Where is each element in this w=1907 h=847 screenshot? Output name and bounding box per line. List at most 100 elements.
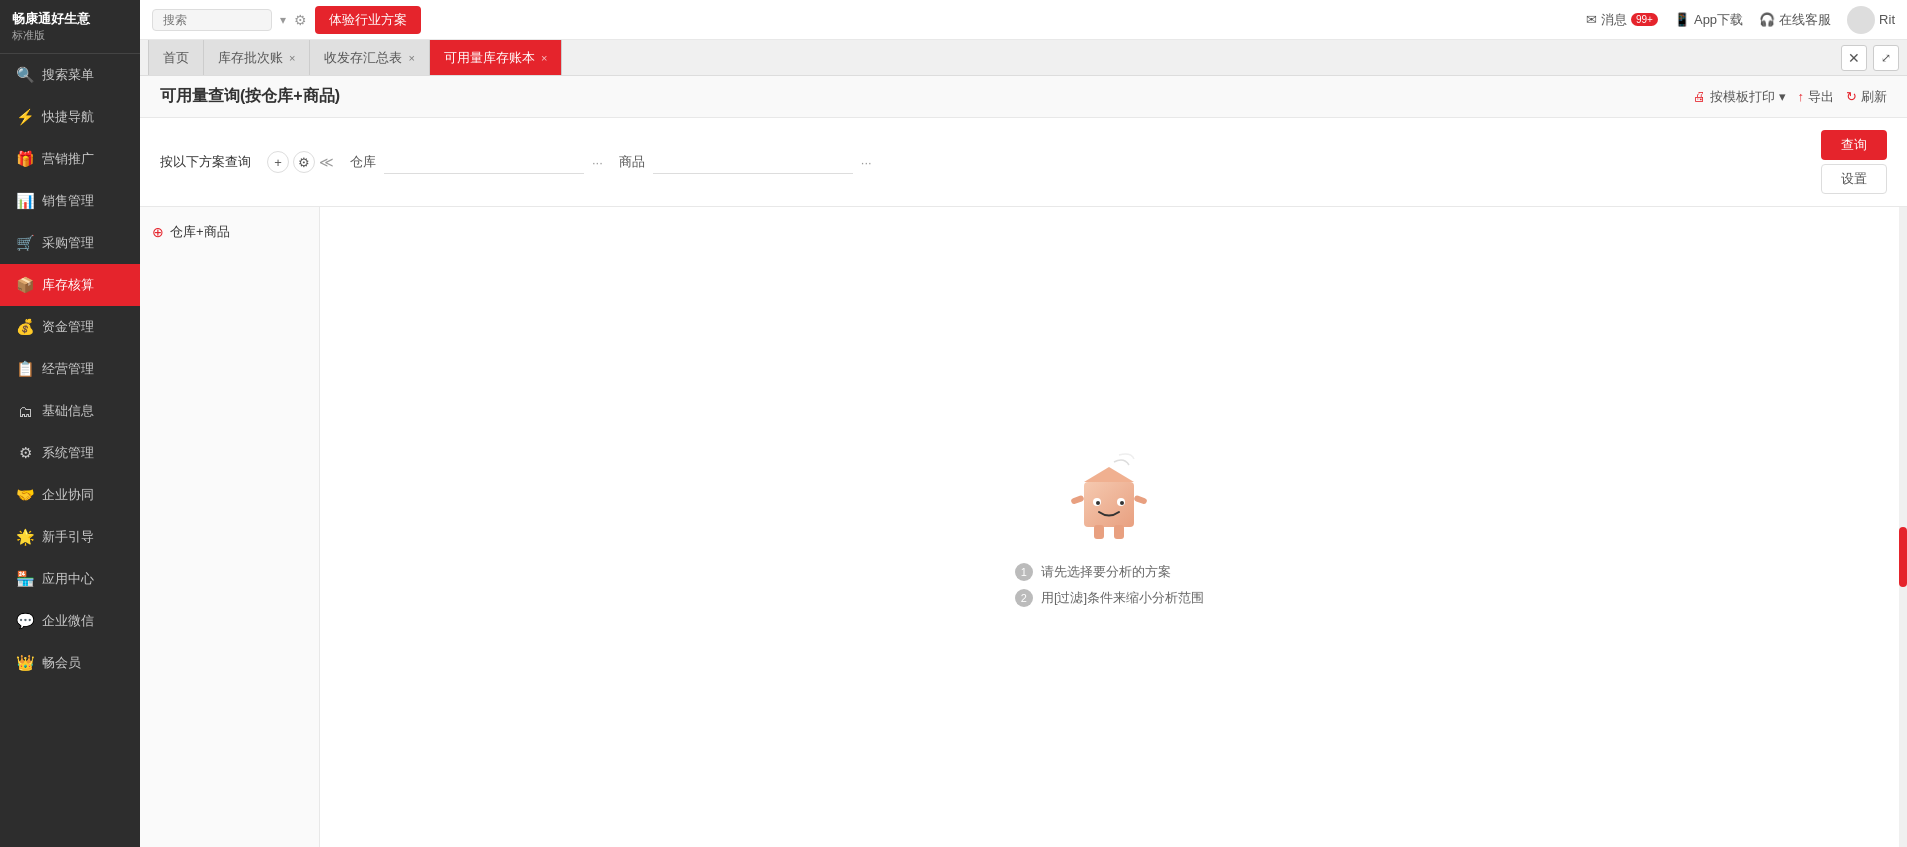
schemes-sidebar: ⊕ 仓库+商品	[140, 207, 320, 847]
tab-home[interactable]: 首页	[148, 40, 204, 75]
svg-point-4	[1096, 501, 1100, 505]
sidebar-logo-title: 畅康通好生意	[12, 10, 128, 28]
sidebar: 畅康通好生意 标准版 🔍 搜索菜单 ⚡ 快捷导航 🎁 营销推广 📊 销售管理 🛒…	[0, 0, 140, 847]
page-header: 可用量查询(按仓库+商品) 🖨 按模板打印 ▾ ↑ 导出 ↻ 刷新	[140, 76, 1907, 118]
sidebar-item-wechat[interactable]: 💬 企业微信	[0, 600, 140, 642]
notification-badge: 99+	[1631, 13, 1658, 26]
tab-receipt-summary-label: 收发存汇总表	[324, 49, 402, 67]
chevron-down-icon: ▾	[280, 13, 286, 27]
refresh-button[interactable]: ↻ 刷新	[1846, 88, 1887, 106]
sidebar-label-appstore: 应用中心	[42, 570, 94, 588]
sidebar-item-marketing[interactable]: 🎁 营销推广	[0, 138, 140, 180]
chart-icon: 📊	[16, 192, 34, 210]
empty-illustration	[1059, 447, 1159, 547]
trial-button[interactable]: 体验行业方案	[315, 6, 421, 34]
svg-rect-9	[1114, 525, 1124, 539]
tab-available-ledger[interactable]: 可用量库存账本 ×	[430, 40, 562, 75]
topbar: ▾ ⚙ 体验行业方案 ✉ 消息 99+ 📱 App下载 🎧 在线客服 Rit	[140, 0, 1907, 40]
svg-marker-1	[1084, 467, 1134, 482]
sidebar-label-marketing: 营销推广	[42, 150, 94, 168]
settings-icon[interactable]: ⚙	[294, 12, 307, 28]
query-button[interactable]: 查询	[1821, 130, 1887, 160]
print-icon: 🖨	[1693, 89, 1706, 104]
notification-button[interactable]: ✉ 消息 99+	[1586, 11, 1658, 29]
tab-available-ledger-close[interactable]: ×	[541, 52, 547, 64]
sidebar-item-search[interactable]: 🔍 搜索菜单	[0, 54, 140, 96]
clipboard-icon: 📋	[16, 360, 34, 378]
sidebar-label-finance: 资金管理	[42, 318, 94, 336]
sidebar-item-enterprise[interactable]: 🤝 企业协同	[0, 474, 140, 516]
goods-field: 商品 ···	[619, 150, 872, 174]
scheme-settings-button[interactable]: ⚙	[293, 151, 315, 173]
user-avatar-area[interactable]: Rit	[1847, 6, 1895, 34]
sidebar-item-system[interactable]: ⚙ 系统管理	[0, 432, 140, 474]
close-tab-button[interactable]: ✕	[1841, 45, 1867, 71]
sidebar-item-inventory[interactable]: 📦 库存核算	[0, 264, 140, 306]
sidebar-item-operations[interactable]: 📋 经营管理	[0, 348, 140, 390]
expand-button[interactable]: ⤢	[1873, 45, 1899, 71]
sidebar-label-inventory: 库存核算	[42, 276, 94, 294]
phone-icon: 📱	[1674, 12, 1690, 27]
data-area: 1 请先选择要分析的方案 2 用[过滤]条件来缩小分析范围	[320, 207, 1899, 847]
tip-num-1: 1	[1015, 563, 1033, 581]
warehouse-input[interactable]	[384, 150, 584, 174]
empty-tip-2: 2 用[过滤]条件来缩小分析范围	[1015, 589, 1204, 607]
star-icon: 🌟	[16, 528, 34, 546]
sidebar-item-shortcut[interactable]: ⚡ 快捷导航	[0, 96, 140, 138]
print-button[interactable]: 🖨 按模板打印 ▾	[1693, 88, 1786, 106]
sidebar-item-member[interactable]: 👑 畅会员	[0, 642, 140, 684]
tip-text-2: 用[过滤]条件来缩小分析范围	[1041, 589, 1204, 607]
warehouse-more-icon[interactable]: ···	[592, 155, 603, 170]
page-actions: 🖨 按模板打印 ▾ ↑ 导出 ↻ 刷新	[1693, 88, 1888, 106]
headset-icon: 🎧	[1759, 12, 1775, 27]
tip-num-2: 2	[1015, 589, 1033, 607]
sidebar-label-sales: 销售管理	[42, 192, 94, 210]
collapse-button[interactable]: ≪	[319, 154, 334, 170]
export-button[interactable]: ↑ 导出	[1798, 88, 1835, 106]
app-download-button[interactable]: 📱 App下载	[1674, 11, 1743, 29]
settings-button[interactable]: 设置	[1821, 164, 1887, 194]
main-area: ▾ ⚙ 体验行业方案 ✉ 消息 99+ 📱 App下载 🎧 在线客服 Rit	[140, 0, 1907, 847]
tab-batch-ledger[interactable]: 库存批次账 ×	[204, 40, 310, 75]
sidebar-item-appstore[interactable]: 🏪 应用中心	[0, 558, 140, 600]
svg-rect-0	[1084, 482, 1134, 527]
query-fields: 仓库 ··· 商品 ···	[350, 150, 1805, 174]
notification-label: 消息	[1601, 11, 1627, 29]
print-dropdown-icon[interactable]: ▾	[1779, 89, 1786, 104]
svg-rect-6	[1071, 495, 1085, 505]
topbar-search-input[interactable]	[152, 9, 272, 31]
scheme-item-warehouse-goods[interactable]: ⊕ 仓库+商品	[140, 215, 319, 249]
refresh-icon: ↻	[1846, 89, 1857, 104]
search-icon: 🔍	[16, 66, 34, 84]
user-name: Rit	[1879, 12, 1895, 27]
sidebar-label-wechat: 企业微信	[42, 612, 94, 630]
query-buttons: 查询 设置	[1821, 130, 1887, 194]
tab-batch-ledger-label: 库存批次账	[218, 49, 283, 67]
online-service-button[interactable]: 🎧 在线客服	[1759, 11, 1831, 29]
online-service-label: 在线客服	[1779, 11, 1831, 29]
sidebar-logo: 畅康通好生意 标准版	[0, 0, 140, 54]
right-scrollbar[interactable]	[1899, 207, 1907, 847]
tabs-bar: 首页 库存批次账 × 收发存汇总表 × 可用量库存账本 × ✕ ⤢	[140, 40, 1907, 76]
tip-text-1: 请先选择要分析的方案	[1041, 563, 1171, 581]
sidebar-item-basic[interactable]: 🗂 基础信息	[0, 390, 140, 432]
tab-receipt-summary[interactable]: 收发存汇总表 ×	[310, 40, 429, 75]
sidebar-label-shortcut: 快捷导航	[42, 108, 94, 126]
sidebar-item-sales[interactable]: 📊 销售管理	[0, 180, 140, 222]
scrollbar-thumb	[1899, 527, 1907, 587]
query-section: 按以下方案查询 + ⚙ ≪ 仓库 ··· 商品 ··· 查询 设置	[140, 118, 1907, 207]
sidebar-item-finance[interactable]: 💰 资金管理	[0, 306, 140, 348]
scheme-item-label: 仓库+商品	[170, 223, 230, 241]
goods-more-icon[interactable]: ···	[861, 155, 872, 170]
sidebar-label-purchase: 采购管理	[42, 234, 94, 252]
sidebar-item-guide[interactable]: 🌟 新手引导	[0, 516, 140, 558]
goods-input[interactable]	[653, 150, 853, 174]
tab-receipt-summary-close[interactable]: ×	[408, 52, 414, 64]
print-label: 按模板打印	[1710, 88, 1775, 106]
query-label: 按以下方案查询	[160, 153, 251, 171]
tab-batch-ledger-close[interactable]: ×	[289, 52, 295, 64]
gear-icon: ⚙	[16, 444, 34, 462]
add-scheme-button[interactable]: +	[267, 151, 289, 173]
empty-state: 1 请先选择要分析的方案 2 用[过滤]条件来缩小分析范围	[1015, 447, 1204, 607]
sidebar-item-purchase[interactable]: 🛒 采购管理	[0, 222, 140, 264]
